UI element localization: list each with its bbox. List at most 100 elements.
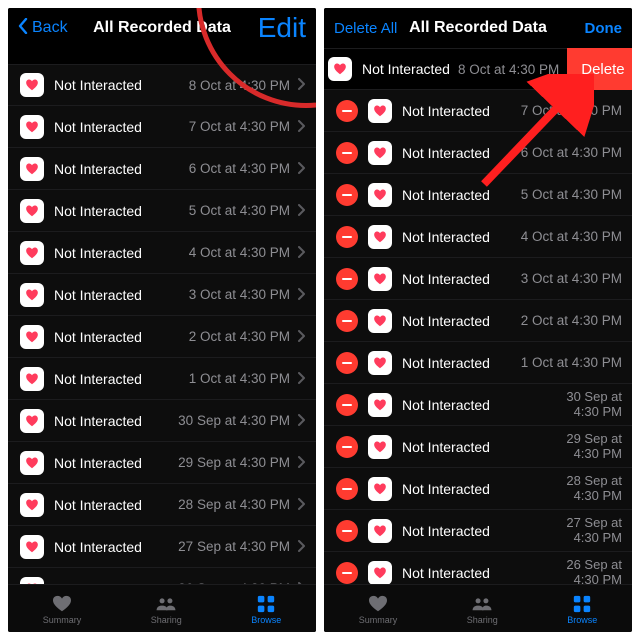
row-date: 28 Sep at 4:30 PM (150, 497, 290, 512)
table-row[interactable]: Not Interacted2 Oct at 4:30 PM (8, 316, 316, 358)
heart-icon (20, 115, 44, 139)
chevron-right-icon (298, 455, 306, 471)
heart-icon (20, 577, 44, 585)
heart-icon (368, 477, 392, 501)
table-row[interactable]: Not Interacted2 Oct at 4:30 PM (324, 300, 632, 342)
remove-icon[interactable] (336, 310, 358, 332)
remove-icon[interactable] (336, 562, 358, 584)
edit-button[interactable]: Edit (258, 12, 306, 44)
table-row[interactable]: Not Interacted6 Oct at 4:30 PM (324, 132, 632, 174)
row-label: Not Interacted (362, 61, 450, 77)
row-date: 8 Oct at 4:30 PM (150, 78, 290, 93)
table-row[interactable]: Not Interacted 5 Oct at 4:30 PM (324, 174, 632, 216)
chevron-right-icon (298, 371, 306, 387)
row-label: Not Interacted (54, 371, 142, 387)
row-label: Not Interacted (402, 187, 490, 203)
row-label: Not Interacted (402, 103, 490, 119)
table-row[interactable]: Not Interacted30 Sep at4:30 PM (324, 384, 632, 426)
table-row[interactable]: Not Interacted4 Oct at 4:30 PM (324, 216, 632, 258)
table-row[interactable]: Not Interacted5 Oct at 4:30 PM (8, 190, 316, 232)
phone-screen-normal: Back All Recorded Data Edit Not Interact… (8, 8, 316, 632)
row-label: Not Interacted (54, 413, 142, 429)
remove-icon[interactable] (336, 184, 358, 206)
heart-icon (20, 283, 44, 307)
phone-screen-edit: Delete All All Recorded Data Done Not In… (324, 8, 632, 632)
row-date: 27 Sep at 4:30 PM (150, 539, 290, 554)
remove-icon[interactable] (336, 520, 358, 542)
remove-icon[interactable] (336, 394, 358, 416)
row-date: 1 Oct at 4:30 PM (150, 371, 290, 386)
chevron-right-icon (298, 539, 306, 555)
heart-icon (20, 493, 44, 517)
tab-sharing[interactable]: Sharing (467, 595, 498, 625)
delete-all-button[interactable]: Delete All (334, 20, 404, 37)
remove-icon[interactable] (336, 478, 358, 500)
table-row[interactable]: Not Interacted4 Oct at 4:30 PM (8, 232, 316, 274)
tab-bar: Summary Sharing Browse (324, 584, 632, 632)
remove-icon[interactable] (336, 100, 358, 122)
delete-button[interactable]: Delete (567, 48, 632, 90)
chevron-right-icon (298, 497, 306, 513)
chevron-right-icon (298, 77, 306, 93)
row-label: Not Interacted (402, 355, 490, 371)
heart-icon (368, 183, 392, 207)
table-row[interactable]: Not Interacted8 Oct at 4:30 PM (8, 64, 316, 106)
row-date: 5 Oct at 4:30 PM (498, 187, 622, 202)
table-row[interactable]: Not Interacted7 Oct at 4:30 PM (8, 106, 316, 148)
chevron-right-icon (298, 287, 306, 303)
tab-label: Browse (567, 615, 597, 625)
heart-icon (368, 561, 392, 585)
row-label: Not Interacted (54, 455, 142, 471)
table-row[interactable]: Not Interacted29 Sep at 4:30 PM (8, 442, 316, 484)
table-row[interactable]: Not Interacted28 Sep at4:30 PM (324, 468, 632, 510)
tab-summary[interactable]: Summary (359, 595, 398, 625)
table-row[interactable]: Not Interacted28 Sep at 4:30 PM (8, 484, 316, 526)
table-row[interactable]: Not Interacted 1 Oct at 4:30 PM (8, 358, 316, 400)
remove-icon[interactable] (336, 268, 358, 290)
heart-icon (368, 435, 392, 459)
row-date: 30 Sep at 4:30 PM (150, 413, 290, 428)
chevron-right-icon (298, 119, 306, 135)
table-row[interactable]: Not Interacted27 Sep at4:30 PM (324, 510, 632, 552)
heart-icon (328, 57, 352, 81)
table-row[interactable]: Not Interacted3 Oct at 4:30 PM (8, 274, 316, 316)
row-date: 3 Oct at 4:30 PM (150, 287, 290, 302)
nav-bar: Back All Recorded Data Edit (8, 8, 316, 48)
remove-icon[interactable] (336, 142, 358, 164)
row-date: 4 Oct at 4:30 PM (150, 245, 290, 260)
row-label: Not Interacted (54, 329, 142, 345)
tab-label: Sharing (151, 615, 182, 625)
chevron-left-icon (18, 18, 28, 39)
nav-bar: Delete All All Recorded Data Done (324, 8, 632, 48)
tab-sharing[interactable]: Sharing (151, 595, 182, 625)
remove-icon[interactable] (336, 352, 358, 374)
row-date: 26 Sep at4:30 PM (498, 558, 622, 584)
row-label: Not Interacted (54, 539, 142, 555)
table-row[interactable]: Not Interacted29 Sep at4:30 PM (324, 426, 632, 468)
table-row[interactable]: Not Interacted3 Oct at 4:30 PM (324, 258, 632, 300)
row-date: 28 Sep at4:30 PM (498, 474, 622, 503)
heart-icon (20, 451, 44, 475)
back-button[interactable]: Back (18, 18, 88, 39)
table-row[interactable]: Not Interacted26 Sep at 4:30 PM (8, 568, 316, 584)
tab-summary[interactable]: Summary (43, 595, 82, 625)
heart-icon (20, 535, 44, 559)
tab-browse[interactable]: Browse (251, 595, 281, 625)
table-row[interactable]: Not Interacted 30 Sep at 4:30 PM (8, 400, 316, 442)
table-row[interactable]: Not Interacted 27 Sep at 4:30 PM (8, 526, 316, 568)
done-button[interactable]: Done (552, 20, 622, 37)
table-row[interactable]: Not Interacted1 Oct at 4:30 PM (324, 342, 632, 384)
table-row[interactable]: Not Interacted6 Oct at 4:30 PM (8, 148, 316, 190)
tab-browse[interactable]: Browse (567, 595, 597, 625)
table-row-swiped[interactable]: Not Interacted8 Oct at 4:30 PMDelete (324, 48, 632, 90)
page-title: All Recorded Data (88, 19, 236, 37)
heart-icon (20, 367, 44, 391)
row-date: 4 Oct at 4:30 PM (498, 229, 622, 244)
remove-icon[interactable] (336, 226, 358, 248)
remove-icon[interactable] (336, 436, 358, 458)
row-label: Not Interacted (402, 523, 490, 539)
heart-icon (368, 519, 392, 543)
table-row[interactable]: Not Interacted26 Sep at4:30 PM (324, 552, 632, 584)
table-row[interactable]: Not Interacted7 Oct at 4:30 PM (324, 90, 632, 132)
tab-label: Summary (359, 615, 398, 625)
